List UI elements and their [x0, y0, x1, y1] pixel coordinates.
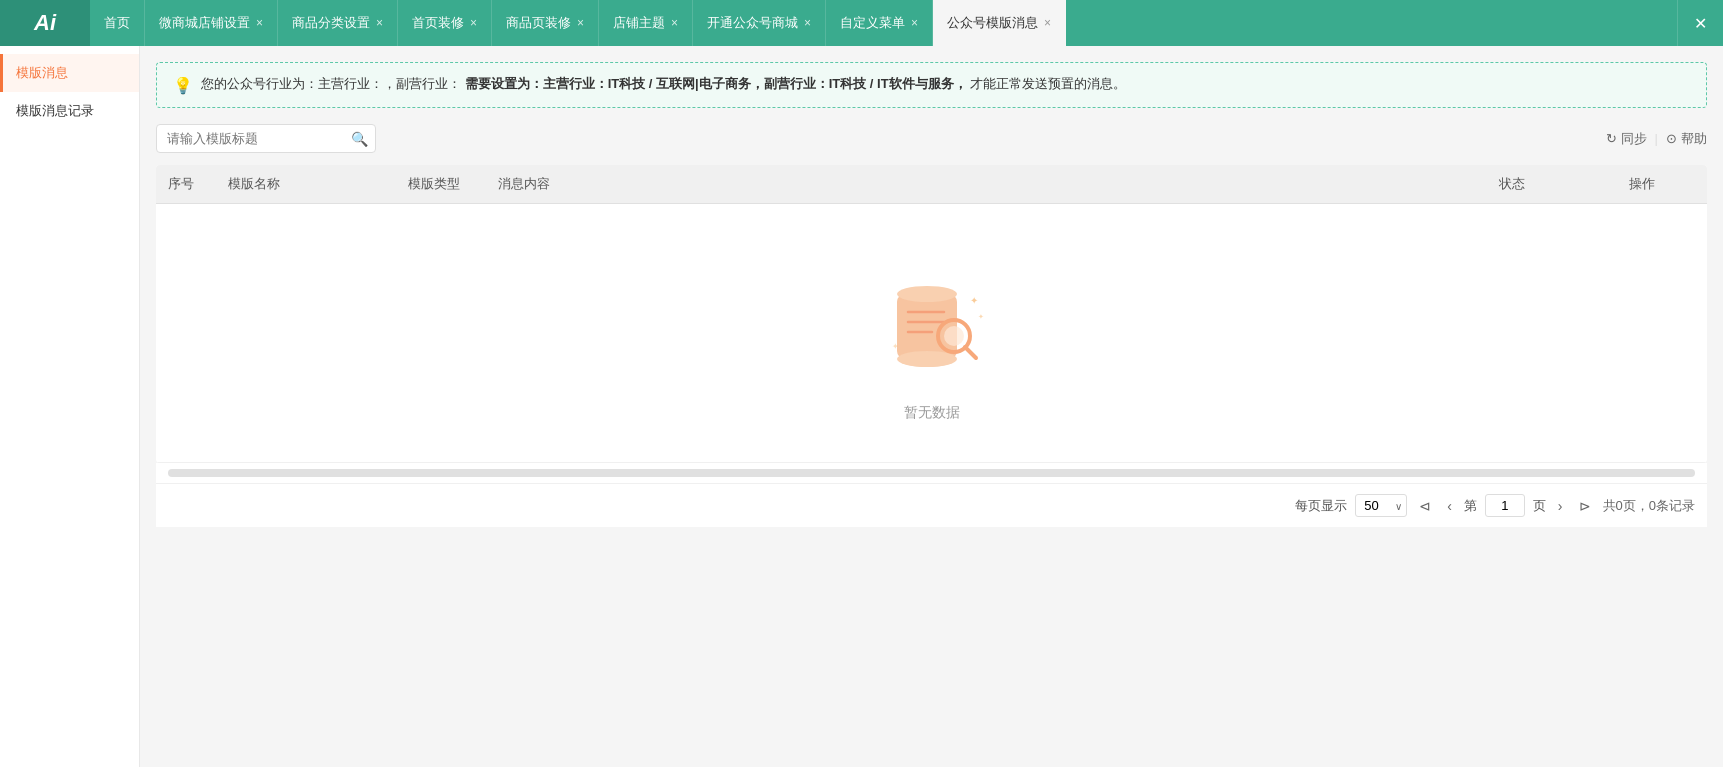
next-page-button[interactable]: › [1554, 496, 1567, 516]
notice-icon: 💡 [173, 76, 193, 95]
prev-page-button[interactable]: ‹ [1443, 496, 1456, 516]
svg-text:✦: ✦ [892, 342, 899, 351]
help-button[interactable]: ⊙ 帮助 [1666, 130, 1707, 148]
tab-close-product-category[interactable]: × [376, 16, 383, 30]
search-icon[interactable]: 🔍 [351, 131, 368, 147]
col-header-type: 模版类型 [396, 165, 486, 204]
notice-box: 💡 您的公众号行业为：主营行业：，副营行业： 需要设置为：主营行业：IT科技 /… [156, 62, 1707, 108]
tab-open-mall[interactable]: 开通公众号商城 × [693, 0, 826, 46]
tab-close-open-mall[interactable]: × [804, 16, 811, 30]
svg-text:✦: ✦ [978, 313, 984, 320]
tab-label-custom-menu: 自定义菜单 [840, 14, 905, 32]
table-header-row: 序号模版名称模版类型消息内容状态操作 [156, 165, 1707, 204]
notice-text: 您的公众号行业为：主营行业：，副营行业： 需要设置为：主营行业：IT科技 / 互… [201, 75, 1126, 93]
sidebar: 模版消息模版消息记录 [0, 46, 140, 767]
last-page-button[interactable]: ⊳ [1575, 496, 1595, 516]
tab-store-theme[interactable]: 店铺主题 × [599, 0, 693, 46]
page-size-select[interactable]: 102050100 [1355, 494, 1407, 517]
tab-close-store-theme[interactable]: × [671, 16, 678, 30]
tab-home-decoration[interactable]: 首页装修 × [398, 0, 492, 46]
tab-close-custom-menu[interactable]: × [911, 16, 918, 30]
page-number-input[interactable] [1485, 494, 1525, 517]
col-header-action: 操作 [1617, 165, 1707, 204]
search-input-wrap: 🔍 [156, 124, 376, 153]
tab-list: 首页微商城店铺设置 ×商品分类设置 ×首页装修 ×商品页装修 ×店铺主题 ×开通… [90, 0, 1677, 46]
page-size-select-wrap: 102050100 [1355, 494, 1407, 517]
svg-line-9 [965, 347, 976, 358]
svg-text:✦: ✦ [970, 295, 978, 306]
empty-illustration: ✦ ✦ ✦ [872, 264, 992, 384]
tab-close-home-decoration[interactable]: × [470, 16, 477, 30]
sync-icon: ↻ [1606, 131, 1617, 146]
svg-point-2 [897, 286, 957, 302]
pagination-bar: 每页显示 102050100 ⊲ ‹ 第 页 › ⊳ 共0页，0条记录 [156, 483, 1707, 527]
empty-state-row: ✦ ✦ ✦ 暂无数据 [156, 204, 1707, 463]
tab-product-decoration[interactable]: 商品页装修 × [492, 0, 599, 46]
tab-template-message[interactable]: 公众号模版消息 × [933, 0, 1066, 46]
page-unit: 页 [1533, 497, 1546, 515]
toolbar-right: ↻ 同步 | ⊙ 帮助 [1606, 130, 1707, 148]
divider: | [1655, 131, 1658, 146]
tab-label-wechat-shop-settings: 微商城店铺设置 [159, 14, 250, 32]
col-header-name: 模版名称 [216, 165, 396, 204]
page-label: 第 [1464, 497, 1477, 515]
notice-highlight: 需要设置为：主营行业：IT科技 / 互联网|电子商务，副营行业：IT科技 / I… [465, 76, 967, 91]
sync-button[interactable]: ↻ 同步 [1606, 130, 1647, 148]
global-close-button[interactable]: ✕ [1677, 0, 1723, 46]
fake-scrollbar[interactable] [168, 469, 1695, 477]
col-header-seq: 序号 [156, 165, 216, 204]
tab-label-home-decoration: 首页装修 [412, 14, 464, 32]
empty-text: 暂无数据 [156, 404, 1707, 422]
tab-home[interactable]: 首页 [90, 0, 145, 46]
tab-label-product-decoration: 商品页装修 [506, 14, 571, 32]
content-area: 💡 您的公众号行业为：主营行业：，副营行业： 需要设置为：主营行业：IT科技 /… [140, 46, 1723, 767]
tab-close-product-decoration[interactable]: × [577, 16, 584, 30]
total-info: 共0页，0条记录 [1603, 497, 1695, 515]
col-header-status: 状态 [1487, 165, 1617, 204]
first-page-button[interactable]: ⊲ [1415, 496, 1435, 516]
search-input[interactable] [156, 124, 376, 153]
help-icon: ⊙ [1666, 131, 1677, 146]
tab-label-product-category: 商品分类设置 [292, 14, 370, 32]
sidebar-item-template-msg[interactable]: 模版消息 [0, 54, 139, 92]
tab-close-template-message[interactable]: × [1044, 16, 1051, 30]
top-nav: Ai 首页微商城店铺设置 ×商品分类设置 ×首页装修 ×商品页装修 ×店铺主题 … [0, 0, 1723, 46]
sidebar-item-template-msg-records[interactable]: 模版消息记录 [0, 92, 139, 130]
svg-point-3 [897, 351, 957, 367]
main-layout: 模版消息模版消息记录 💡 您的公众号行业为：主营行业：，副营行业： 需要设置为：… [0, 46, 1723, 767]
scroll-row [156, 463, 1707, 483]
page-size-label: 每页显示 [1295, 497, 1347, 515]
tab-custom-menu[interactable]: 自定义菜单 × [826, 0, 933, 46]
svg-point-8 [944, 326, 964, 346]
tab-label-template-message: 公众号模版消息 [947, 14, 1038, 32]
tab-product-category[interactable]: 商品分类设置 × [278, 0, 398, 46]
tab-label-open-mall: 开通公众号商城 [707, 14, 798, 32]
tab-wechat-shop-settings[interactable]: 微商城店铺设置 × [145, 0, 278, 46]
tab-close-wechat-shop-settings[interactable]: × [256, 16, 263, 30]
app-logo: Ai [0, 0, 90, 46]
search-bar: 🔍 ↻ 同步 | ⊙ 帮助 [156, 124, 1707, 153]
data-table: 序号模版名称模版类型消息内容状态操作 [156, 165, 1707, 463]
col-header-content: 消息内容 [486, 165, 1487, 204]
tab-label-home: 首页 [104, 14, 130, 32]
tab-label-store-theme: 店铺主题 [613, 14, 665, 32]
empty-state: ✦ ✦ ✦ 暂无数据 [156, 204, 1707, 462]
